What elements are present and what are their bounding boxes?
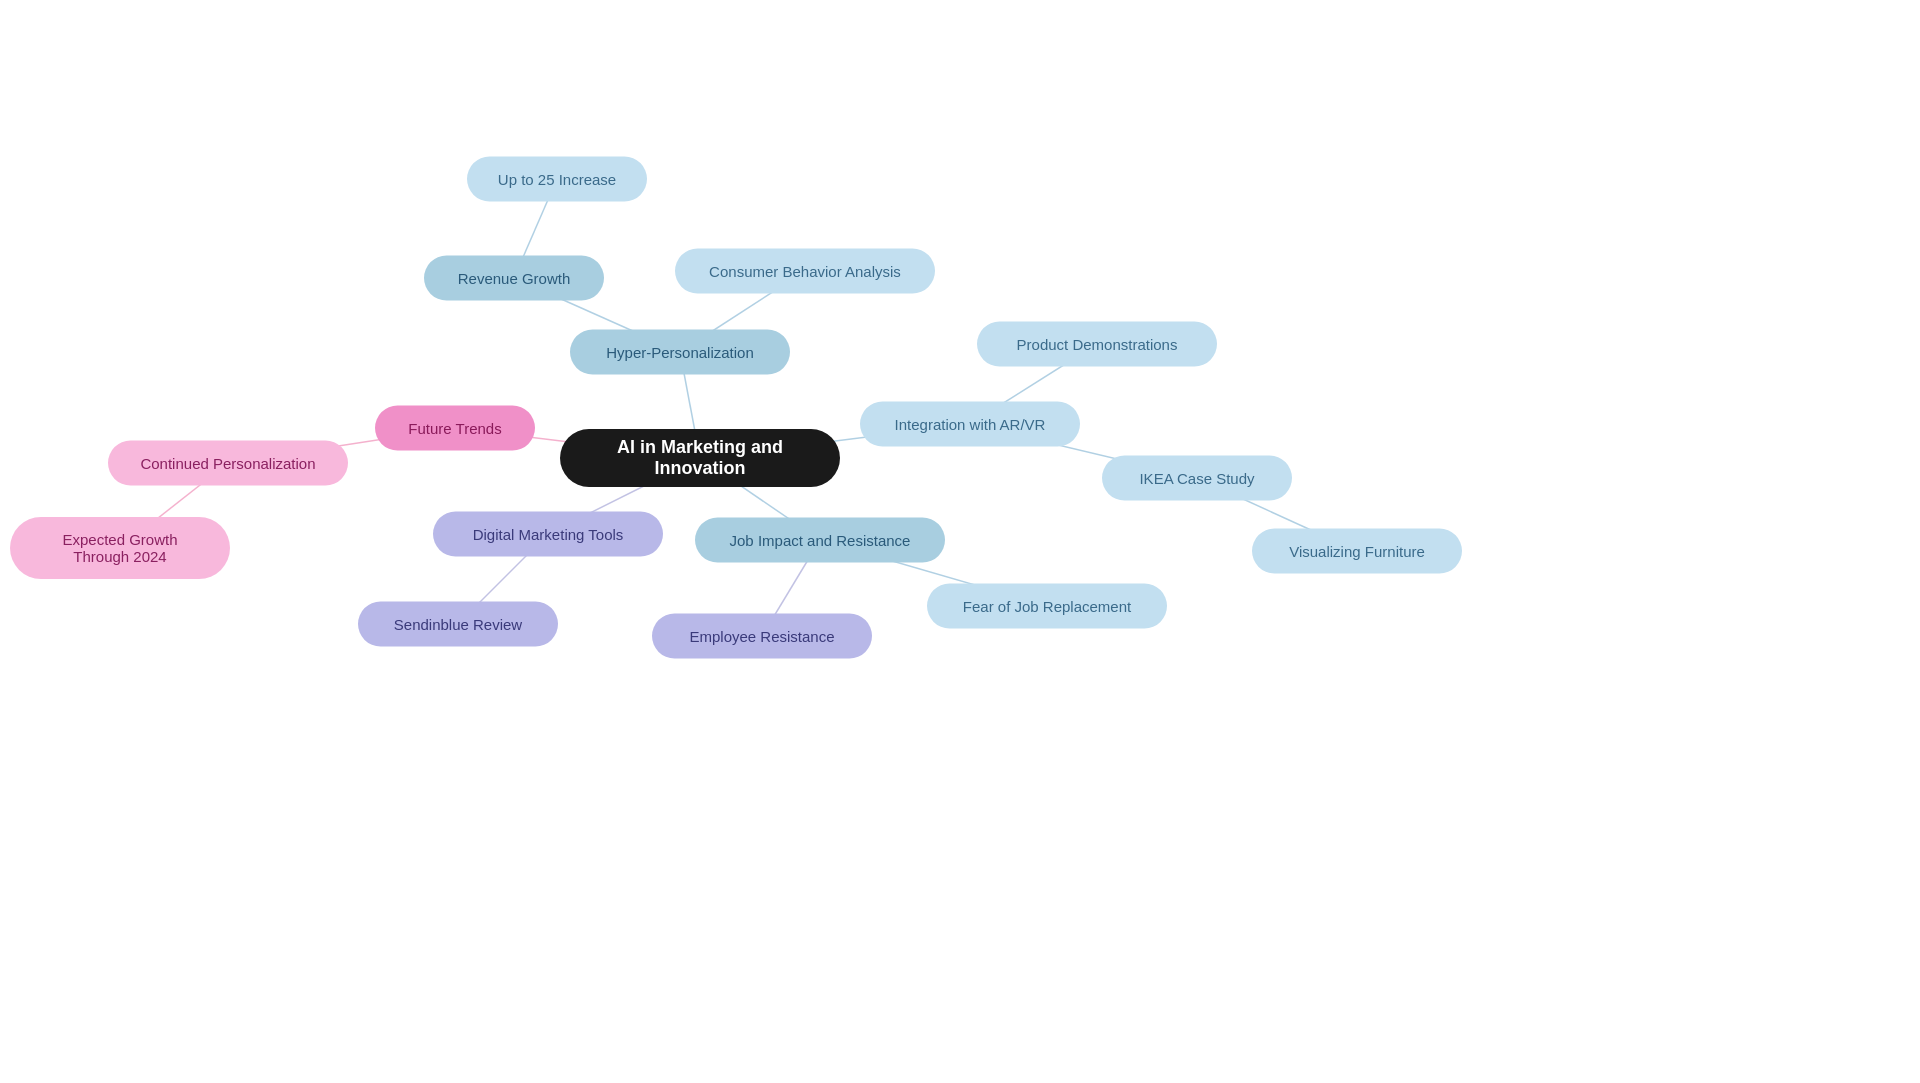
node-fear-job-replacement[interactable]: Fear of Job Replacement [927, 584, 1167, 629]
node-sendinblue-review[interactable]: Sendinblue Review [358, 602, 558, 647]
node-continued-personalization[interactable]: Continued Personalization [108, 441, 348, 486]
center-node[interactable]: AI in Marketing and Innovation [560, 429, 840, 487]
node-consumer-behavior[interactable]: Consumer Behavior Analysis [675, 249, 935, 294]
node-ikea-case-study[interactable]: IKEA Case Study [1102, 456, 1292, 501]
node-revenue-growth[interactable]: Revenue Growth [424, 256, 604, 301]
node-integration-ar-vr[interactable]: Integration with AR/VR [860, 402, 1080, 447]
node-up-to-25[interactable]: Up to 25 Increase [467, 157, 647, 202]
connections-svg [0, 0, 1920, 1083]
node-job-impact[interactable]: Job Impact and Resistance [695, 518, 945, 563]
node-future-trends[interactable]: Future Trends [375, 406, 535, 451]
mind-map-container: AI in Marketing and Innovation Up to 25 I… [0, 0, 1920, 1083]
node-visualizing-furniture[interactable]: Visualizing Furniture [1252, 529, 1462, 574]
node-product-demonstrations[interactable]: Product Demonstrations [977, 322, 1217, 367]
node-digital-marketing-tools[interactable]: Digital Marketing Tools [433, 512, 663, 557]
node-employee-resistance[interactable]: Employee Resistance [652, 614, 872, 659]
node-hyper-personalization[interactable]: Hyper-Personalization [570, 330, 790, 375]
node-expected-growth[interactable]: Expected Growth Through 2024 [10, 517, 230, 579]
